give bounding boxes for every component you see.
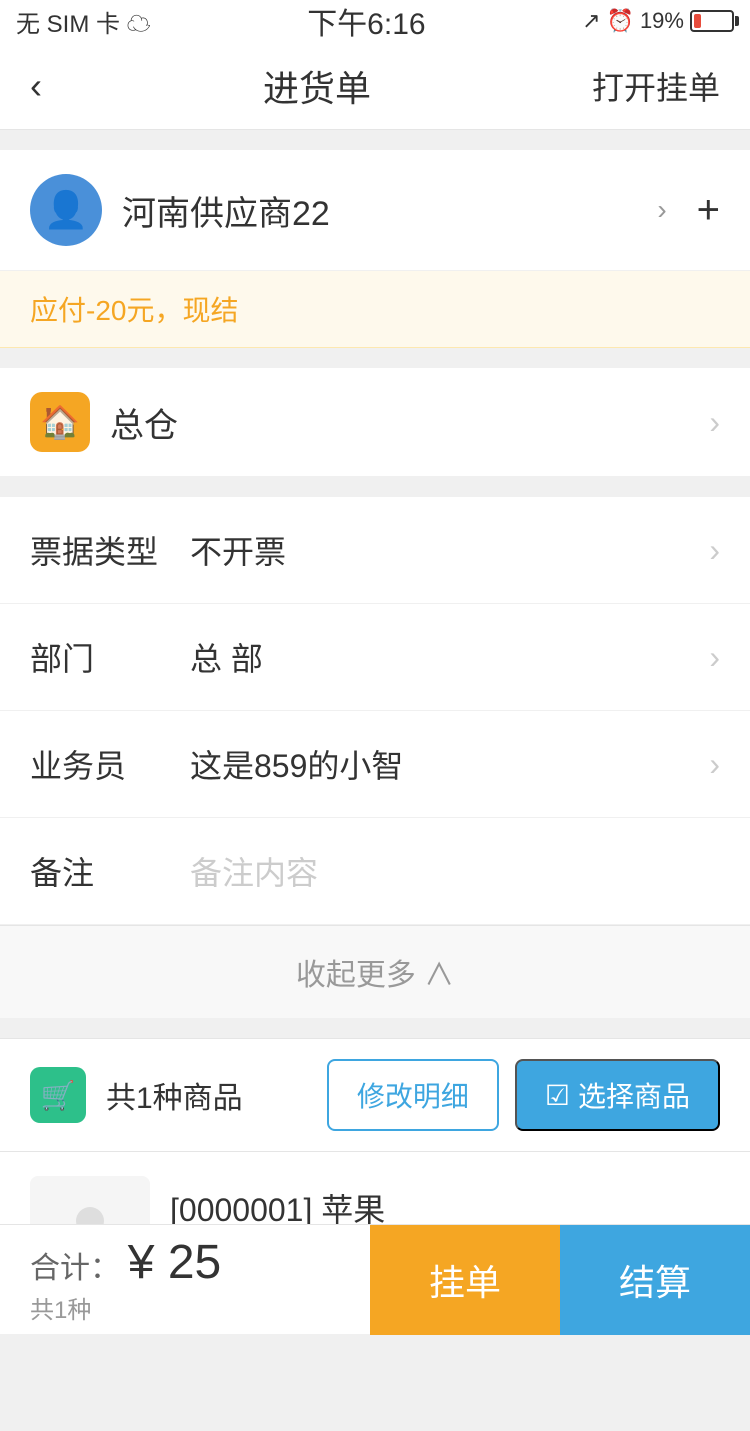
section-gap-1 <box>0 130 750 150</box>
select-label: 选择商品 <box>578 1075 690 1115</box>
warehouse-arrow-icon: › <box>709 404 720 441</box>
status-right: ↗ ⏰ 19% <box>582 8 734 34</box>
section-gap-3 <box>0 477 750 497</box>
bottom-bar: 合计： ¥ 25 共1种 挂单 结算 <box>0 1224 750 1334</box>
dept-arrow-icon: › <box>709 639 720 676</box>
bottom-spacer <box>0 1321 750 1431</box>
nav-signal: ↗ <box>582 8 600 34</box>
select-product-button[interactable]: ☑ 选择商品 <box>515 1059 720 1131</box>
status-time: 下午6:16 <box>307 0 425 43</box>
battery-icon <box>690 10 734 32</box>
total-section: 合计： ¥ 25 共1种 <box>0 1235 370 1325</box>
supplier-row[interactable]: 👤 河南供应商22 › + <box>0 150 750 271</box>
notice-bar: 应付-20元，现结 <box>0 271 750 348</box>
dept-row[interactable]: 部门 总 部 › <box>0 604 750 711</box>
open-pending-button[interactable]: 打开挂单 <box>592 63 720 109</box>
sales-arrow-icon: › <box>709 746 720 783</box>
warehouse-icon: 🏠 <box>30 392 90 452</box>
form-section: 票据类型 不开票 › 部门 总 部 › 业务员 这是859的小智 › 备注 备注… <box>0 497 750 925</box>
invoice-row[interactable]: 票据类型 不开票 › <box>0 497 750 604</box>
product-header: 🛒 共1种商品 修改明细 ☑ 选择商品 <box>0 1038 750 1152</box>
dept-label: 部门 <box>30 634 170 680</box>
alarm-icon: ⏰ <box>607 8 634 34</box>
status-left: 无 SIM 卡 ☁ <box>16 4 151 39</box>
product-title: 苹果 <box>321 1192 385 1228</box>
status-bar: 无 SIM 卡 ☁ 下午6:16 ↗ ⏰ 19% <box>0 0 750 42</box>
total-count: 共1种 <box>30 1290 340 1325</box>
warehouse-row[interactable]: 🏠 总仓 › <box>0 368 750 477</box>
sim-status: 无 SIM 卡 ☁ <box>16 4 151 39</box>
remark-input[interactable]: 备注内容 <box>190 848 720 894</box>
invoice-value: 不开票 <box>190 527 709 573</box>
cart-icon: 🛒 <box>41 1079 76 1112</box>
product-code: [0000001] <box>170 1192 312 1228</box>
dept-value: 总 部 <box>190 634 709 680</box>
warehouse-section: 🏠 总仓 › <box>0 368 750 477</box>
back-button[interactable]: ‹ <box>30 65 42 107</box>
collapse-button[interactable]: 收起更多 ∧ <box>0 925 750 1018</box>
warehouse-name: 总仓 <box>110 398 709 447</box>
select-icon: ☑ <box>545 1079 570 1112</box>
battery-percent: 19% <box>640 8 684 34</box>
page-title: 进货单 <box>263 60 371 112</box>
supplier-arrow-icon: › <box>657 194 666 226</box>
sales-row[interactable]: 业务员 这是859的小智 › <box>0 711 750 818</box>
checkout-button[interactable]: 结算 <box>560 1225 750 1335</box>
sales-value: 这是859的小智 <box>190 741 709 787</box>
nav-bar: ‹ 进货单 打开挂单 <box>0 42 750 130</box>
supplier-name: 河南供应商22 <box>122 186 657 235</box>
invoice-label: 票据类型 <box>30 527 170 573</box>
product-count-text: 共1种商品 <box>106 1073 327 1117</box>
pending-button[interactable]: 挂单 <box>370 1225 560 1335</box>
supplier-section: 👤 河南供应商22 › + 应付-20元，现结 <box>0 150 750 348</box>
remark-label: 备注 <box>30 848 170 894</box>
invoice-arrow-icon: › <box>709 532 720 569</box>
modify-detail-button[interactable]: 修改明细 <box>327 1059 499 1131</box>
avatar-icon: 👤 <box>44 189 89 231</box>
total-amount: ¥ 25 <box>128 1236 221 1289</box>
sales-label: 业务员 <box>30 741 170 787</box>
section-gap-4 <box>0 1018 750 1038</box>
supplier-avatar: 👤 <box>30 174 102 246</box>
section-gap-2 <box>0 348 750 368</box>
add-supplier-button[interactable]: + <box>697 188 720 233</box>
total-line: 合计： ¥ 25 <box>30 1235 340 1290</box>
total-label: 合计： <box>30 1252 120 1285</box>
remark-row[interactable]: 备注 备注内容 <box>0 818 750 925</box>
product-count-icon: 🛒 <box>30 1067 86 1123</box>
